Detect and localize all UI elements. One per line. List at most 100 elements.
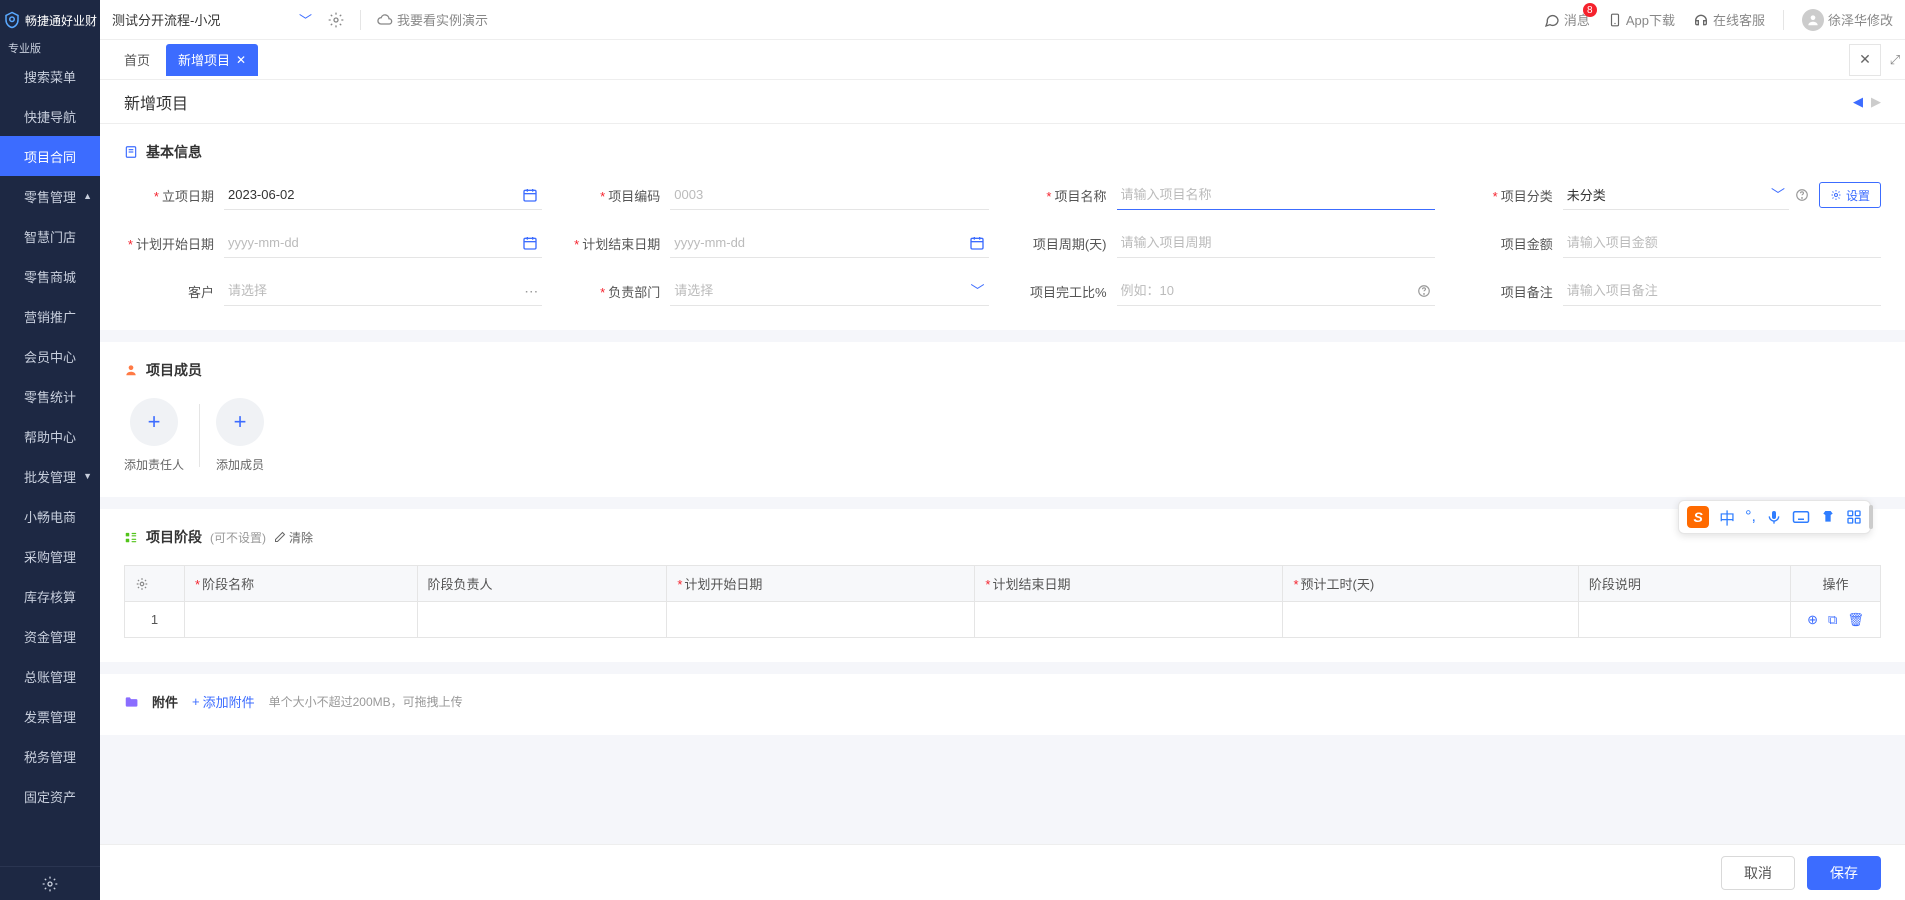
plan-end-input[interactable] — [670, 228, 988, 258]
cancel-button[interactable]: 取消 — [1721, 856, 1795, 890]
code-input[interactable] — [670, 180, 988, 210]
sidebar-item-6[interactable]: 营销推广 — [0, 296, 100, 336]
sidebar-item-16[interactable]: 发票管理 — [0, 696, 100, 736]
category-settings-button[interactable]: 设置 — [1819, 182, 1881, 208]
amount-input[interactable] — [1563, 228, 1881, 258]
more-icon[interactable]: ⋯ — [524, 283, 538, 300]
message-icon — [1544, 12, 1560, 28]
ime-keyboard-icon[interactable] — [1792, 510, 1810, 524]
sidebar-item-11[interactable]: 小畅电商 — [0, 496, 100, 536]
sidebar-item-9[interactable]: 帮助中心 — [0, 416, 100, 456]
plus-icon: + — [192, 694, 200, 709]
page-header: 新增项目 ◀ ▶ — [100, 80, 1905, 124]
clear-stages-button[interactable]: 清除 — [274, 529, 313, 546]
add-owner-button[interactable]: + — [130, 398, 178, 446]
add-member-label: 添加成员 — [216, 456, 264, 473]
calendar-icon[interactable] — [522, 235, 538, 251]
next-page-icon[interactable]: ▶ — [1871, 94, 1881, 110]
sidebar-item-5[interactable]: 零售商城 — [0, 256, 100, 296]
expand-icon[interactable]: ⤢ — [1885, 44, 1905, 76]
sidebar-item-14[interactable]: 资金管理 — [0, 616, 100, 656]
sidebar-item-3[interactable]: 零售管理▲ — [0, 176, 100, 216]
copy-row-icon[interactable]: ⧉ — [1828, 612, 1837, 628]
basic-info-card: 基本信息 *立项日期 *项目编码 — [100, 124, 1905, 330]
sidebar-item-4[interactable]: 智慧门店 — [0, 216, 100, 256]
help-icon[interactable] — [1417, 284, 1431, 298]
delete-row-icon[interactable]: 🗑 — [1847, 612, 1864, 628]
remark-input[interactable] — [1563, 276, 1881, 306]
sidebar-item-18[interactable]: 固定资产 — [0, 776, 100, 816]
gear-icon[interactable] — [135, 577, 149, 591]
section-title-basic: 基本信息 — [146, 142, 202, 162]
stage-cell[interactable] — [1578, 602, 1790, 638]
sidebar-settings[interactable] — [0, 866, 100, 900]
gear-icon — [1830, 189, 1842, 201]
messages[interactable]: 消息 8 — [1544, 10, 1590, 29]
stage-th-6: 阶段说明 — [1578, 566, 1790, 602]
calendar-icon[interactable] — [522, 187, 538, 203]
plan-start-input[interactable] — [224, 228, 542, 258]
account-settings-icon[interactable] — [328, 12, 344, 28]
sidebar-item-0[interactable]: 搜索菜单 — [0, 56, 100, 96]
customer-select[interactable] — [224, 276, 542, 306]
tab-1[interactable]: 新增项目✕ — [166, 44, 258, 76]
chevron-down-icon[interactable]: ﹀ — [971, 281, 985, 301]
sidebar-item-10[interactable]: 批发管理▼ — [0, 456, 100, 496]
prev-page-icon[interactable]: ◀ — [1853, 94, 1863, 110]
sidebar-item-17[interactable]: 税务管理 — [0, 736, 100, 776]
sidebar-item-1[interactable]: 快捷导航 — [0, 96, 100, 136]
sidebar-item-7[interactable]: 会员中心 — [0, 336, 100, 376]
category-select[interactable] — [1563, 180, 1789, 210]
name-input[interactable] — [1117, 180, 1435, 210]
ime-skin-icon[interactable] — [1820, 509, 1836, 525]
period-input[interactable] — [1117, 228, 1435, 258]
chevron-down-icon[interactable]: ﹀ — [1771, 185, 1785, 205]
table-row[interactable]: 1 ⊕ ⧉ 🗑 — [125, 602, 1881, 638]
ime-resize-handle[interactable] — [1869, 505, 1873, 529]
folder-icon — [124, 695, 138, 709]
ime-toolbar[interactable]: S 中 °, — [1678, 500, 1871, 534]
row-num: 1 — [125, 602, 185, 638]
dept-select[interactable] — [670, 276, 988, 306]
add-row-icon[interactable]: ⊕ — [1807, 612, 1818, 628]
help-icon[interactable] — [1795, 188, 1809, 202]
content-scroll[interactable]: 基本信息 *立项日期 *项目编码 — [100, 124, 1905, 844]
stage-cell[interactable] — [185, 602, 418, 638]
cloud-icon — [377, 12, 393, 28]
account-select[interactable]: 测试分开流程-小况 ﹀ — [112, 6, 312, 34]
sidebar-item-15[interactable]: 总账管理 — [0, 656, 100, 696]
stage-cell[interactable] — [417, 602, 667, 638]
members-card: 项目成员 + 添加责任人 + 添加成员 — [100, 342, 1905, 497]
sidebar-item-13[interactable]: 库存核算 — [0, 576, 100, 616]
sidebar-item-8[interactable]: 零售统计 — [0, 376, 100, 416]
stages-card: 项目阶段 (可不设置) 清除 *阶段名称阶段负责人*计划开始日期*计划结束日期*… — [100, 509, 1905, 662]
demo-link[interactable]: 我要看实例演示 — [377, 10, 488, 29]
stage-cell[interactable] — [667, 602, 975, 638]
avatar-icon — [1802, 9, 1824, 31]
save-button[interactable]: 保存 — [1807, 856, 1881, 890]
done-pct-input[interactable] — [1117, 276, 1435, 306]
sidebar-item-2[interactable]: 项目合同 — [0, 136, 100, 176]
add-attachment-button[interactable]: + 添加附件 — [192, 692, 255, 711]
tab-0[interactable]: 首页 — [112, 44, 162, 76]
stage-cell[interactable] — [1283, 602, 1578, 638]
sidebar-item-12[interactable]: 采购管理 — [0, 536, 100, 576]
ime-lang[interactable]: 中 — [1719, 505, 1735, 529]
topbar: 测试分开流程-小况 ﹀ 我要看实例演示 消息 8 App下载 — [100, 0, 1905, 40]
stage-cell[interactable] — [975, 602, 1283, 638]
ime-toolbox-icon[interactable] — [1846, 509, 1862, 525]
calendar-icon[interactable] — [969, 235, 985, 251]
sogou-logo-icon: S — [1687, 506, 1709, 528]
stage-th-2: 阶段负责人 — [417, 566, 667, 602]
ime-punct-icon[interactable]: °, — [1745, 508, 1756, 526]
phone-icon — [1608, 12, 1622, 28]
add-member-button[interactable]: + — [216, 398, 264, 446]
close-icon[interactable]: ✕ — [236, 53, 246, 67]
online-service[interactable]: 在线客服 — [1693, 10, 1765, 29]
user-menu[interactable]: 徐泽华修改 — [1802, 9, 1893, 31]
close-tab-button[interactable]: ✕ — [1849, 44, 1881, 76]
ime-mic-icon[interactable] — [1766, 509, 1782, 525]
tab-bar: 首页新增项目✕ ✕ ⤢ — [100, 40, 1905, 80]
date-set-input[interactable] — [224, 180, 542, 210]
app-download[interactable]: App下载 — [1608, 10, 1675, 29]
